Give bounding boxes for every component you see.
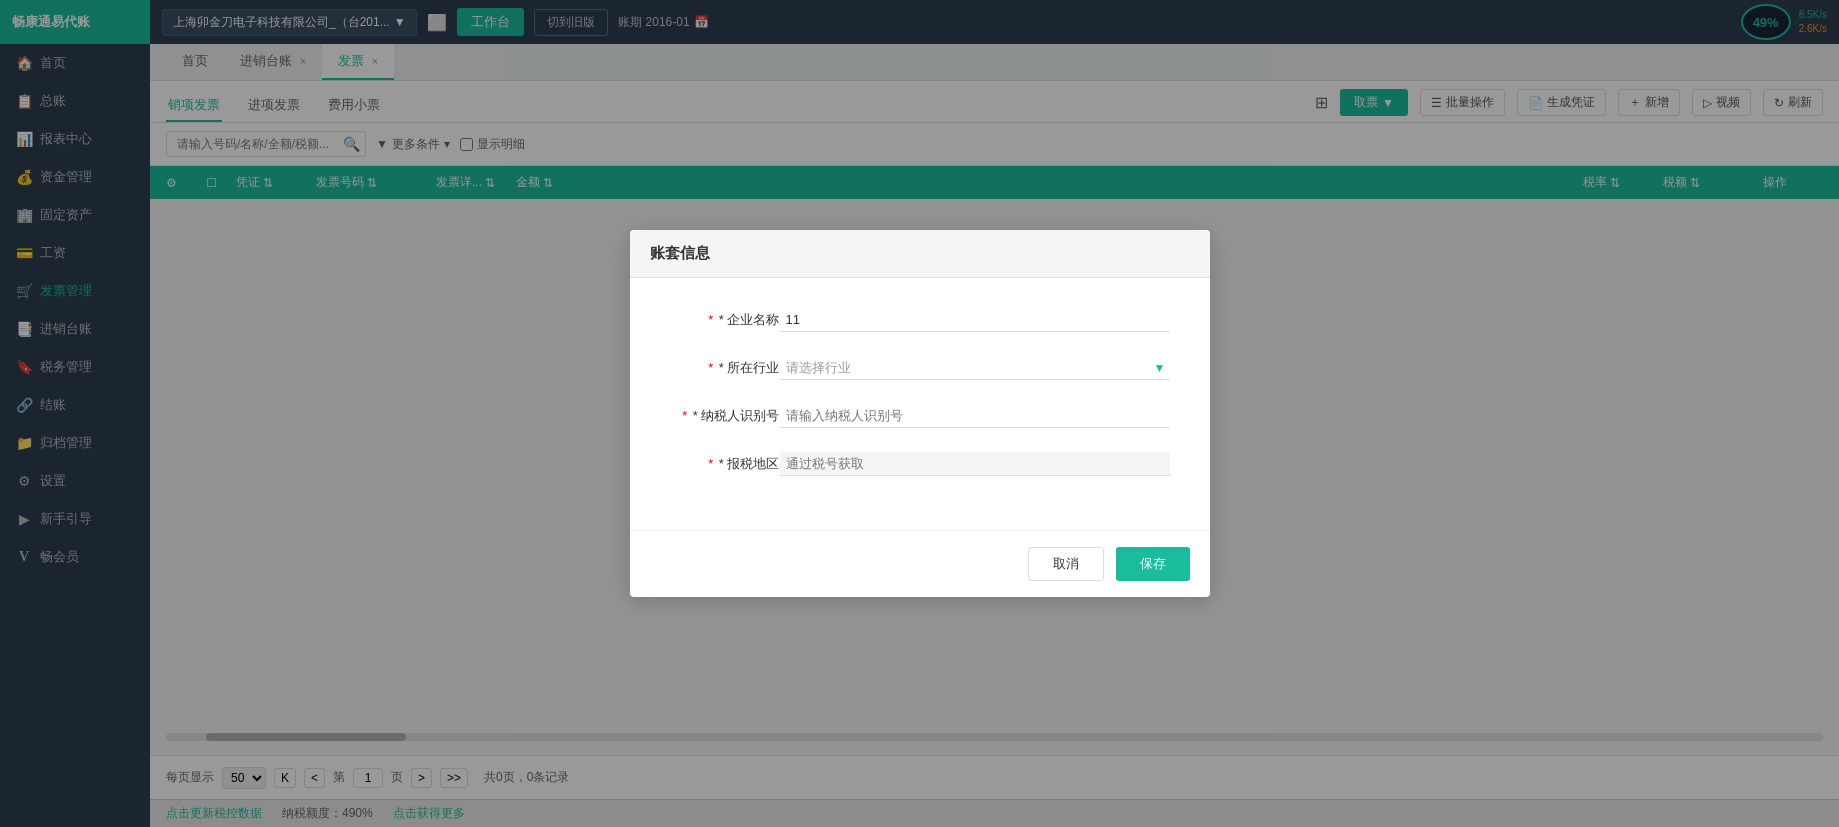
form-row-company: * * 企业名称 bbox=[670, 308, 1170, 332]
required-marker: * bbox=[708, 456, 713, 471]
tax-id-input[interactable] bbox=[780, 404, 1170, 428]
required-marker: * bbox=[708, 312, 713, 327]
dialog-body: * * 企业名称 * * 所在行业 请选择行业 ▼ bbox=[630, 278, 1210, 530]
company-name-input[interactable] bbox=[780, 308, 1170, 332]
tax-region-input bbox=[780, 452, 1170, 476]
tax-region-label-text: * 报税地区 bbox=[719, 456, 780, 471]
dialog-title: 账套信息 bbox=[630, 230, 1210, 278]
save-button[interactable]: 保存 bbox=[1116, 547, 1190, 581]
required-marker: * bbox=[682, 408, 687, 423]
required-marker: * bbox=[708, 360, 713, 375]
form-row-tax-region: * * 报税地区 bbox=[670, 452, 1170, 476]
tax-region-label: * * 报税地区 bbox=[670, 455, 780, 473]
company-name-label-text: * 企业名称 bbox=[719, 312, 780, 327]
dialog-title-text: 账套信息 bbox=[650, 244, 710, 261]
form-row-industry: * * 所在行业 请选择行业 ▼ bbox=[670, 356, 1170, 380]
tax-id-label-text: * 纳税人识别号 bbox=[693, 408, 780, 423]
industry-chevron-icon: ▼ bbox=[1150, 357, 1170, 379]
modal-overlay[interactable]: 账套信息 * * 企业名称 * * 所在行业 请选择行业 bbox=[0, 0, 1839, 827]
industry-select[interactable]: 请选择行业 bbox=[780, 356, 1150, 379]
dialog-footer: 取消 保存 bbox=[630, 530, 1210, 597]
account-info-dialog: 账套信息 * * 企业名称 * * 所在行业 请选择行业 bbox=[630, 230, 1210, 597]
industry-label-text: * 所在行业 bbox=[719, 360, 780, 375]
form-row-tax-id: * * 纳税人识别号 bbox=[670, 404, 1170, 428]
tax-id-label: * * 纳税人识别号 bbox=[670, 407, 780, 425]
company-name-label: * * 企业名称 bbox=[670, 311, 780, 329]
industry-label: * * 所在行业 bbox=[670, 359, 780, 377]
industry-select-wrap: 请选择行业 ▼ bbox=[780, 356, 1170, 380]
cancel-button[interactable]: 取消 bbox=[1028, 547, 1104, 581]
